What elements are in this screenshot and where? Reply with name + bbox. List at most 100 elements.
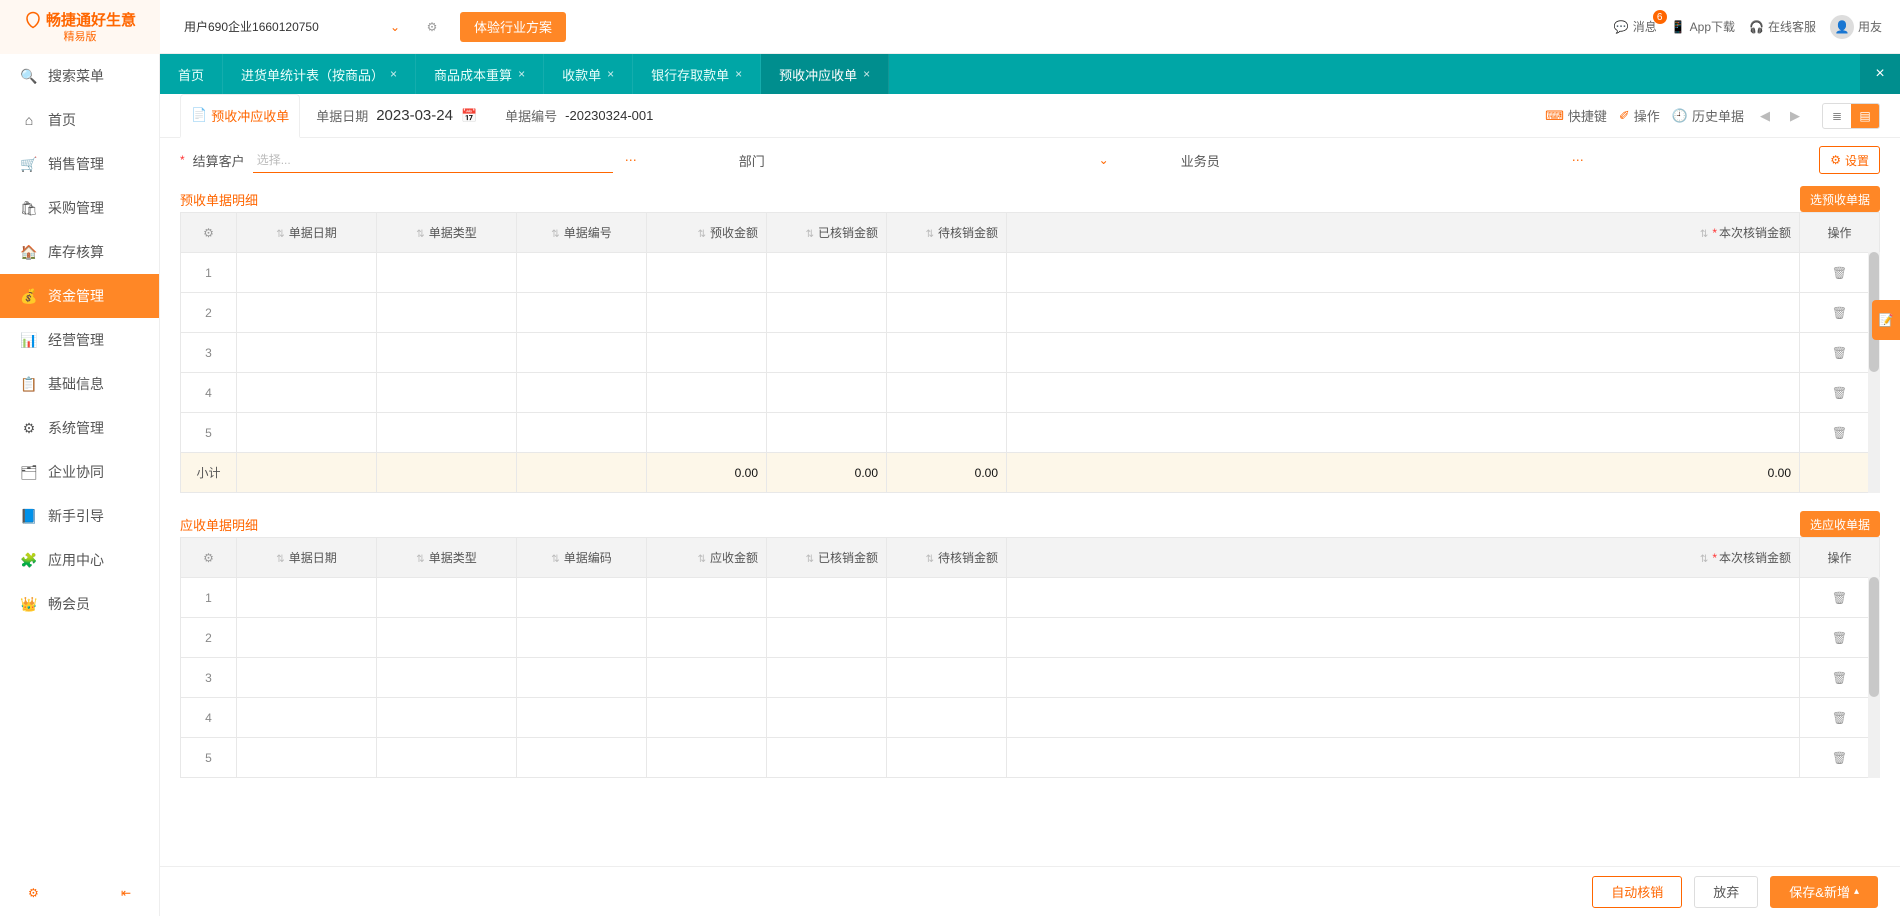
view-list-icon[interactable]: ≣ bbox=[1823, 104, 1851, 128]
tab-1[interactable]: 进货单统计表（按商品）× bbox=[223, 54, 416, 94]
sidebar-item-7[interactable]: 📋基础信息 bbox=[0, 362, 159, 406]
messages-link[interactable]: 💬 消息 6 bbox=[1614, 18, 1657, 35]
save-new-button[interactable]: 保存&新增▴ bbox=[1770, 876, 1878, 908]
experience-button[interactable]: 体验行业方案 bbox=[460, 12, 566, 42]
discard-button[interactable]: 放弃 bbox=[1694, 876, 1758, 908]
sidebar-item-label: 销售管理 bbox=[48, 154, 104, 174]
tab-3[interactable]: 收款单× bbox=[544, 54, 633, 94]
right-side-tab[interactable]: 📝 bbox=[1872, 300, 1900, 340]
select-prereceipt-button[interactable]: 选预收单据 bbox=[1800, 186, 1880, 212]
sidebar-settings-icon[interactable]: ⚙ bbox=[28, 886, 39, 900]
prev-doc-arrow[interactable]: ◀ bbox=[1756, 108, 1774, 124]
sales-label: 业务员 bbox=[1181, 151, 1220, 170]
col-thisamt[interactable]: ⇅*本次核销金额 bbox=[1007, 538, 1800, 578]
table1-scrollbar[interactable] bbox=[1868, 252, 1880, 493]
table2-scrollbar[interactable] bbox=[1868, 577, 1880, 778]
sidebar-item-6[interactable]: 📊经营管理 bbox=[0, 318, 159, 362]
col-type[interactable]: ⇅单据类型 bbox=[377, 538, 517, 578]
col-pendingamt[interactable]: ⇅待核销金额 bbox=[887, 213, 1007, 253]
sidebar-item-4[interactable]: 🏠库存核算 bbox=[0, 230, 159, 274]
table-settings-icon[interactable]: ⚙ bbox=[181, 213, 237, 253]
table-row[interactable]: 1🗑 bbox=[181, 253, 1880, 293]
sidebar-item-9[interactable]: 🗂企业协同 bbox=[0, 450, 159, 494]
calendar-icon[interactable]: 📅 bbox=[461, 108, 477, 124]
sidebar-item-label: 应用中心 bbox=[48, 550, 104, 570]
customer-more-icon[interactable]: ⋯ bbox=[621, 153, 641, 167]
sales-select[interactable]: ⋯ bbox=[1228, 147, 1588, 173]
online-cs-link[interactable]: 🎧 在线客服 bbox=[1749, 18, 1816, 35]
table-row[interactable]: 2🗑 bbox=[181, 618, 1880, 658]
customer-label: 结算客户 bbox=[193, 151, 245, 170]
tab-0[interactable]: 首页 bbox=[160, 54, 223, 94]
history-link[interactable]: 🕘历史单据 bbox=[1672, 106, 1744, 125]
col-op: 操作 bbox=[1800, 538, 1880, 578]
sidebar-item-1[interactable]: ⌂首页 bbox=[0, 98, 159, 142]
sidebar-item-3[interactable]: 🛍采购管理 bbox=[0, 186, 159, 230]
message-icon: 💬 bbox=[1614, 20, 1629, 34]
section-receivable: 应收单据明细 选应收单据 ⚙ ⇅单据日期 bbox=[180, 511, 1880, 778]
dept-select[interactable]: ⌄ bbox=[773, 147, 1113, 173]
doc-date-value[interactable]: 2023-03-24 bbox=[376, 107, 453, 124]
enterprise-select[interactable]: 用户690企业1660120750 ⌄ bbox=[176, 13, 416, 41]
sidebar-item-12[interactable]: 👑畅会员 bbox=[0, 582, 159, 626]
table-row[interactable]: 3🗑 bbox=[181, 658, 1880, 698]
table-row[interactable]: 5🗑 bbox=[181, 738, 1880, 778]
sidebar-item-5[interactable]: 💰资金管理 bbox=[0, 274, 159, 318]
sidebar: 🔍搜索菜单⌂首页 🛒 销售管理 🛍采购管理🏠库存核算💰资金管理📊经营管理📋基础信息⚙系… bbox=[0, 54, 160, 916]
next-doc-arrow[interactable]: ▶ bbox=[1786, 108, 1804, 124]
prereceipt-table: ⚙ ⇅单据日期 ⇅单据类型 ⇅单据编号 ⇅预收金额 ⇅已核销金额 ⇅待核销金额 … bbox=[180, 212, 1880, 493]
sidebar-icon: 📋 bbox=[20, 376, 38, 393]
table-settings-icon[interactable]: ⚙ bbox=[181, 538, 237, 578]
col-date[interactable]: ⇅单据日期 bbox=[237, 213, 377, 253]
message-badge: 6 bbox=[1653, 10, 1667, 24]
col-preamt[interactable]: ⇅预收金额 bbox=[647, 213, 767, 253]
tab-close-icon[interactable]: × bbox=[518, 67, 525, 81]
user-menu[interactable]: 👤 用友 bbox=[1830, 15, 1882, 39]
table-row[interactable]: 3🗑 bbox=[181, 333, 1880, 373]
tab-2[interactable]: 商品成本重算× bbox=[416, 54, 544, 94]
tab-close-icon[interactable]: × bbox=[863, 67, 870, 81]
table-row[interactable]: 1🗑 bbox=[181, 578, 1880, 618]
sidebar-item-8[interactable]: ⚙系统管理 bbox=[0, 406, 159, 450]
col-writtenamt[interactable]: ⇅已核销金额 bbox=[767, 213, 887, 253]
gear-icon[interactable]: ⚙ bbox=[416, 20, 448, 34]
section-receivable-title: 应收单据明细 bbox=[180, 515, 258, 534]
sidebar-item-11[interactable]: 🧩应用中心 bbox=[0, 538, 159, 582]
logo-subtext: 精易版 bbox=[64, 28, 97, 44]
col-code[interactable]: ⇅单据编码 bbox=[517, 538, 647, 578]
col-recvamt[interactable]: ⇅应收金额 bbox=[647, 538, 767, 578]
logo: 畅捷通好生意 精易版 bbox=[0, 0, 160, 54]
tab-close-icon[interactable]: × bbox=[390, 67, 397, 81]
table-row[interactable]: 4🗑 bbox=[181, 698, 1880, 738]
shortcut-link[interactable]: ⌨快捷键 bbox=[1545, 106, 1607, 125]
doc-code-label: 单据编号 bbox=[505, 106, 557, 125]
sidebar-icon: 🛒 bbox=[20, 156, 38, 173]
tab-close-icon[interactable]: × bbox=[607, 67, 614, 81]
table-row[interactable]: 2🗑 bbox=[181, 293, 1880, 333]
customer-input[interactable] bbox=[253, 147, 613, 173]
sidebar-item-0[interactable]: 🔍搜索菜单 bbox=[0, 54, 159, 98]
view-detail-icon[interactable]: ▤ bbox=[1851, 104, 1879, 128]
tabs-close-all[interactable]: × bbox=[1860, 54, 1900, 94]
tab-5[interactable]: 预收冲应收单× bbox=[761, 54, 889, 94]
sidebar-item-2[interactable]: 🛒 销售管理 bbox=[0, 142, 159, 186]
table-row[interactable]: 4🗑 bbox=[181, 373, 1880, 413]
sidebar-item-label: 搜索菜单 bbox=[48, 66, 104, 86]
col-code[interactable]: ⇅单据编号 bbox=[517, 213, 647, 253]
col-type[interactable]: ⇅单据类型 bbox=[377, 213, 517, 253]
table-row[interactable]: 5🗑 bbox=[181, 413, 1880, 453]
tab-4[interactable]: 银行存取款单× bbox=[633, 54, 761, 94]
sidebar-collapse-icon[interactable]: ⇤ bbox=[121, 886, 131, 900]
col-pendingamt[interactable]: ⇅待核销金额 bbox=[887, 538, 1007, 578]
sidebar-item-10[interactable]: 📘新手引导 bbox=[0, 494, 159, 538]
col-thisamt[interactable]: ⇅*本次核销金额 bbox=[1007, 213, 1800, 253]
tab-close-icon[interactable]: × bbox=[735, 67, 742, 81]
col-date[interactable]: ⇅单据日期 bbox=[237, 538, 377, 578]
chevron-down-icon: ⌄ bbox=[1099, 153, 1109, 167]
select-receivable-button[interactable]: 选应收单据 bbox=[1800, 511, 1880, 537]
app-download-link[interactable]: 📱 App下载 bbox=[1671, 18, 1735, 35]
operate-link[interactable]: ✐操作 bbox=[1619, 106, 1660, 125]
settings-button[interactable]: ⚙设置 bbox=[1819, 146, 1880, 174]
auto-writeoff-button[interactable]: 自动核销 bbox=[1592, 876, 1682, 908]
col-writtenamt[interactable]: ⇅已核销金额 bbox=[767, 538, 887, 578]
